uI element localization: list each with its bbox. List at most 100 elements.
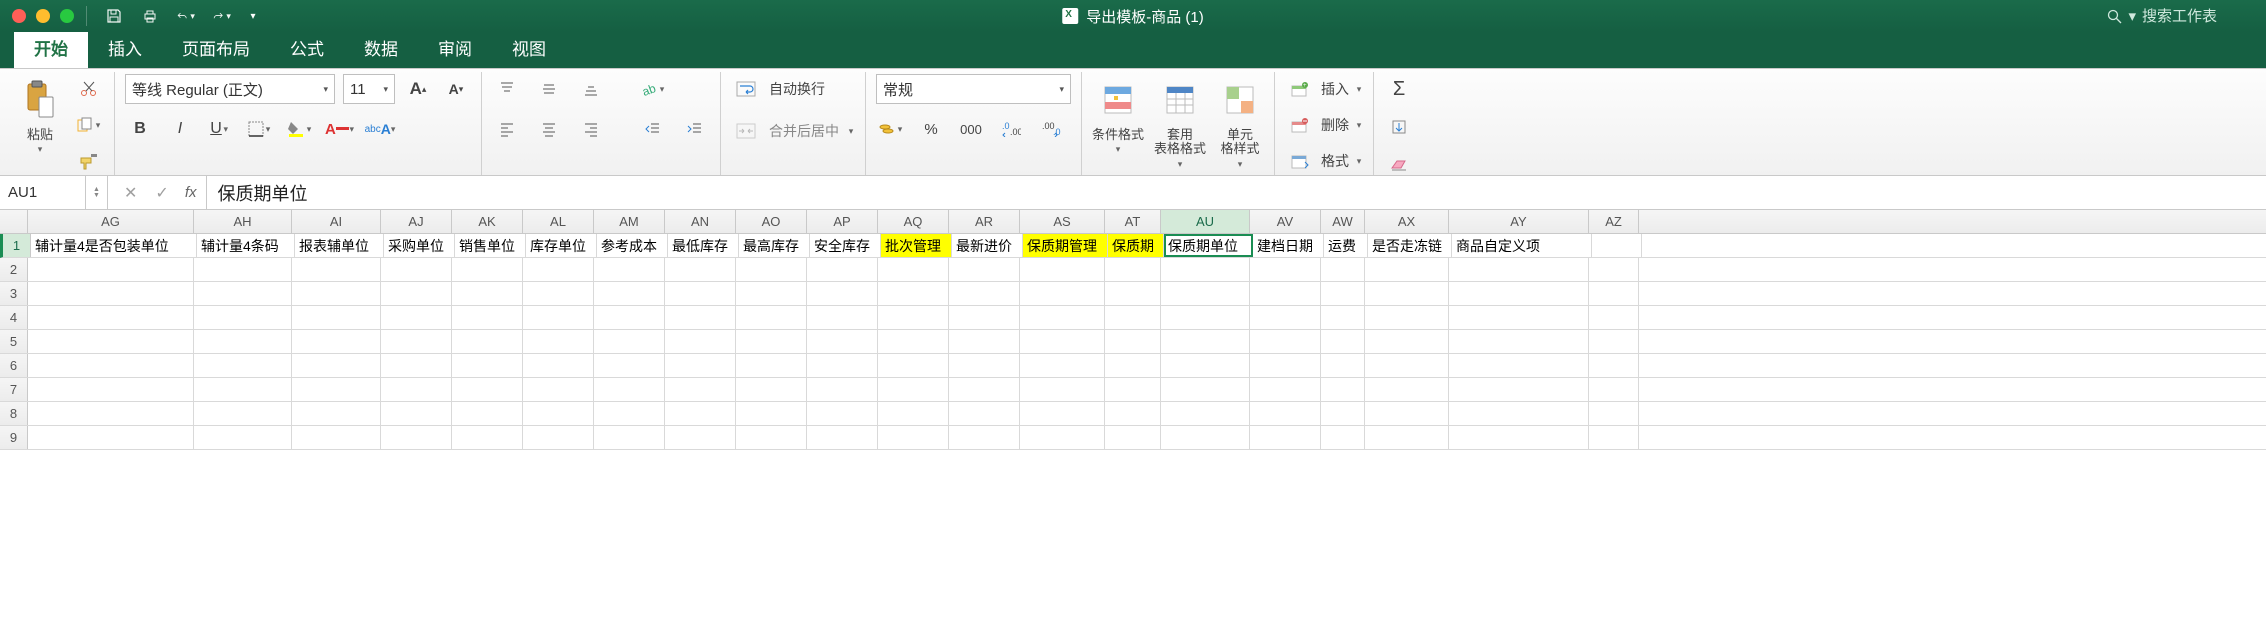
cell-AK7[interactable] xyxy=(452,378,523,401)
cell-AQ2[interactable] xyxy=(878,258,949,281)
cell-AV2[interactable] xyxy=(1250,258,1321,281)
cell-AW1[interactable]: 运费 xyxy=(1324,234,1368,257)
cell-AH8[interactable] xyxy=(194,402,292,425)
cell-AP9[interactable] xyxy=(807,426,878,449)
cell-AU8[interactable] xyxy=(1161,402,1250,425)
cell-AH9[interactable] xyxy=(194,426,292,449)
enter-formula-icon[interactable]: ✓ xyxy=(155,183,168,203)
cell-AW3[interactable] xyxy=(1321,282,1365,305)
decrease-indent-icon[interactable] xyxy=(638,114,668,144)
cell-AH7[interactable] xyxy=(194,378,292,401)
cell-AH6[interactable] xyxy=(194,354,292,377)
cancel-formula-icon[interactable]: ✕ xyxy=(124,183,137,203)
cell-AL2[interactable] xyxy=(523,258,594,281)
cell-AP2[interactable] xyxy=(807,258,878,281)
undo-icon[interactable]: ▾ xyxy=(177,7,195,25)
cell-AM1[interactable]: 参考成本 xyxy=(597,234,668,257)
format-dropdown-icon[interactable]: ▾ xyxy=(1355,156,1363,167)
cell-AO2[interactable] xyxy=(736,258,807,281)
cell-AV8[interactable] xyxy=(1250,402,1321,425)
cell-AG6[interactable] xyxy=(28,354,194,377)
border-icon[interactable]: ▾ xyxy=(245,114,275,144)
cell-AW6[interactable] xyxy=(1321,354,1365,377)
cell-AQ5[interactable] xyxy=(878,330,949,353)
fill-icon[interactable] xyxy=(1384,112,1414,142)
row-header-2[interactable]: 2 xyxy=(0,258,28,281)
row-header-5[interactable]: 5 xyxy=(0,330,28,353)
col-header-AV[interactable]: AV xyxy=(1250,210,1321,233)
cell-AR8[interactable] xyxy=(949,402,1020,425)
fill-color-icon[interactable]: ▾ xyxy=(285,114,315,144)
conditional-format-button[interactable] xyxy=(1094,74,1142,126)
col-header-AH[interactable]: AH xyxy=(194,210,292,233)
cell-AM9[interactable] xyxy=(594,426,665,449)
cell-AI4[interactable] xyxy=(292,306,381,329)
row-header-7[interactable]: 7 xyxy=(0,378,28,401)
cell-AK3[interactable] xyxy=(452,282,523,305)
font-color-icon[interactable]: A▾ xyxy=(325,114,355,144)
cell-AJ7[interactable] xyxy=(381,378,452,401)
cell-AR1[interactable]: 最新进价 xyxy=(952,234,1023,257)
cell-AK5[interactable] xyxy=(452,330,523,353)
format-as-table-button[interactable] xyxy=(1156,74,1204,126)
cell-AR9[interactable] xyxy=(949,426,1020,449)
cell-AJ8[interactable] xyxy=(381,402,452,425)
col-header-AT[interactable]: AT xyxy=(1105,210,1161,233)
cell-AL7[interactable] xyxy=(523,378,594,401)
tab-home[interactable]: 开始 xyxy=(14,27,88,68)
cell-AS9[interactable] xyxy=(1020,426,1105,449)
cell-AZ9[interactable] xyxy=(1589,426,1639,449)
cell-AY6[interactable] xyxy=(1449,354,1589,377)
cell-AG3[interactable] xyxy=(28,282,194,305)
underline-icon[interactable]: U▾ xyxy=(205,114,235,144)
bold-icon[interactable]: B xyxy=(125,114,155,144)
maximize-window-icon[interactable] xyxy=(60,9,74,23)
delete-cells-icon[interactable] xyxy=(1285,110,1315,140)
cell-AQ3[interactable] xyxy=(878,282,949,305)
col-header-AL[interactable]: AL xyxy=(523,210,594,233)
cell-AV4[interactable] xyxy=(1250,306,1321,329)
cell-AM3[interactable] xyxy=(594,282,665,305)
row-header-3[interactable]: 3 xyxy=(0,282,28,305)
cell-AU2[interactable] xyxy=(1161,258,1250,281)
cell-AP3[interactable] xyxy=(807,282,878,305)
row-header-9[interactable]: 9 xyxy=(0,426,28,449)
cell-AG8[interactable] xyxy=(28,402,194,425)
cell-AR3[interactable] xyxy=(949,282,1020,305)
col-header-AZ[interactable]: AZ xyxy=(1589,210,1639,233)
cell-AN2[interactable] xyxy=(665,258,736,281)
cell-AX7[interactable] xyxy=(1365,378,1449,401)
cell-AS4[interactable] xyxy=(1020,306,1105,329)
format-cells-label[interactable]: 格式 xyxy=(1321,151,1349,171)
cell-AZ1[interactable] xyxy=(1592,234,1642,257)
cell-AI2[interactable] xyxy=(292,258,381,281)
name-box-dropdown-icon[interactable]: ▲▼ xyxy=(86,176,108,209)
cell-AG2[interactable] xyxy=(28,258,194,281)
align-left-icon[interactable] xyxy=(492,114,522,144)
minimize-window-icon[interactable] xyxy=(36,9,50,23)
cell-AP5[interactable] xyxy=(807,330,878,353)
cell-AP4[interactable] xyxy=(807,306,878,329)
wrap-text-label[interactable]: 自动换行 xyxy=(769,79,825,99)
increase-decimal-icon[interactable]: .0.00 xyxy=(996,114,1026,144)
search-input[interactable] xyxy=(2142,8,2252,25)
cell-AJ5[interactable] xyxy=(381,330,452,353)
cell-AL1[interactable]: 库存单位 xyxy=(526,234,597,257)
cell-AL8[interactable] xyxy=(523,402,594,425)
cell-AZ8[interactable] xyxy=(1589,402,1639,425)
cell-AK2[interactable] xyxy=(452,258,523,281)
merge-center-label[interactable]: 合并后居中 xyxy=(769,121,839,141)
cell-AR5[interactable] xyxy=(949,330,1020,353)
format-cells-icon[interactable] xyxy=(1285,146,1315,176)
cell-AJ1[interactable]: 采购单位 xyxy=(384,234,455,257)
cell-AQ7[interactable] xyxy=(878,378,949,401)
cell-AU6[interactable] xyxy=(1161,354,1250,377)
copy-icon[interactable]: ▾ xyxy=(74,110,104,140)
decrease-decimal-icon[interactable]: .00.0 xyxy=(1036,114,1066,144)
select-all-corner[interactable] xyxy=(0,210,28,233)
align-bottom-icon[interactable] xyxy=(576,74,606,104)
insert-dropdown-icon[interactable]: ▾ xyxy=(1355,84,1363,95)
row-header-4[interactable]: 4 xyxy=(0,306,28,329)
cell-AM4[interactable] xyxy=(594,306,665,329)
cell-AM7[interactable] xyxy=(594,378,665,401)
